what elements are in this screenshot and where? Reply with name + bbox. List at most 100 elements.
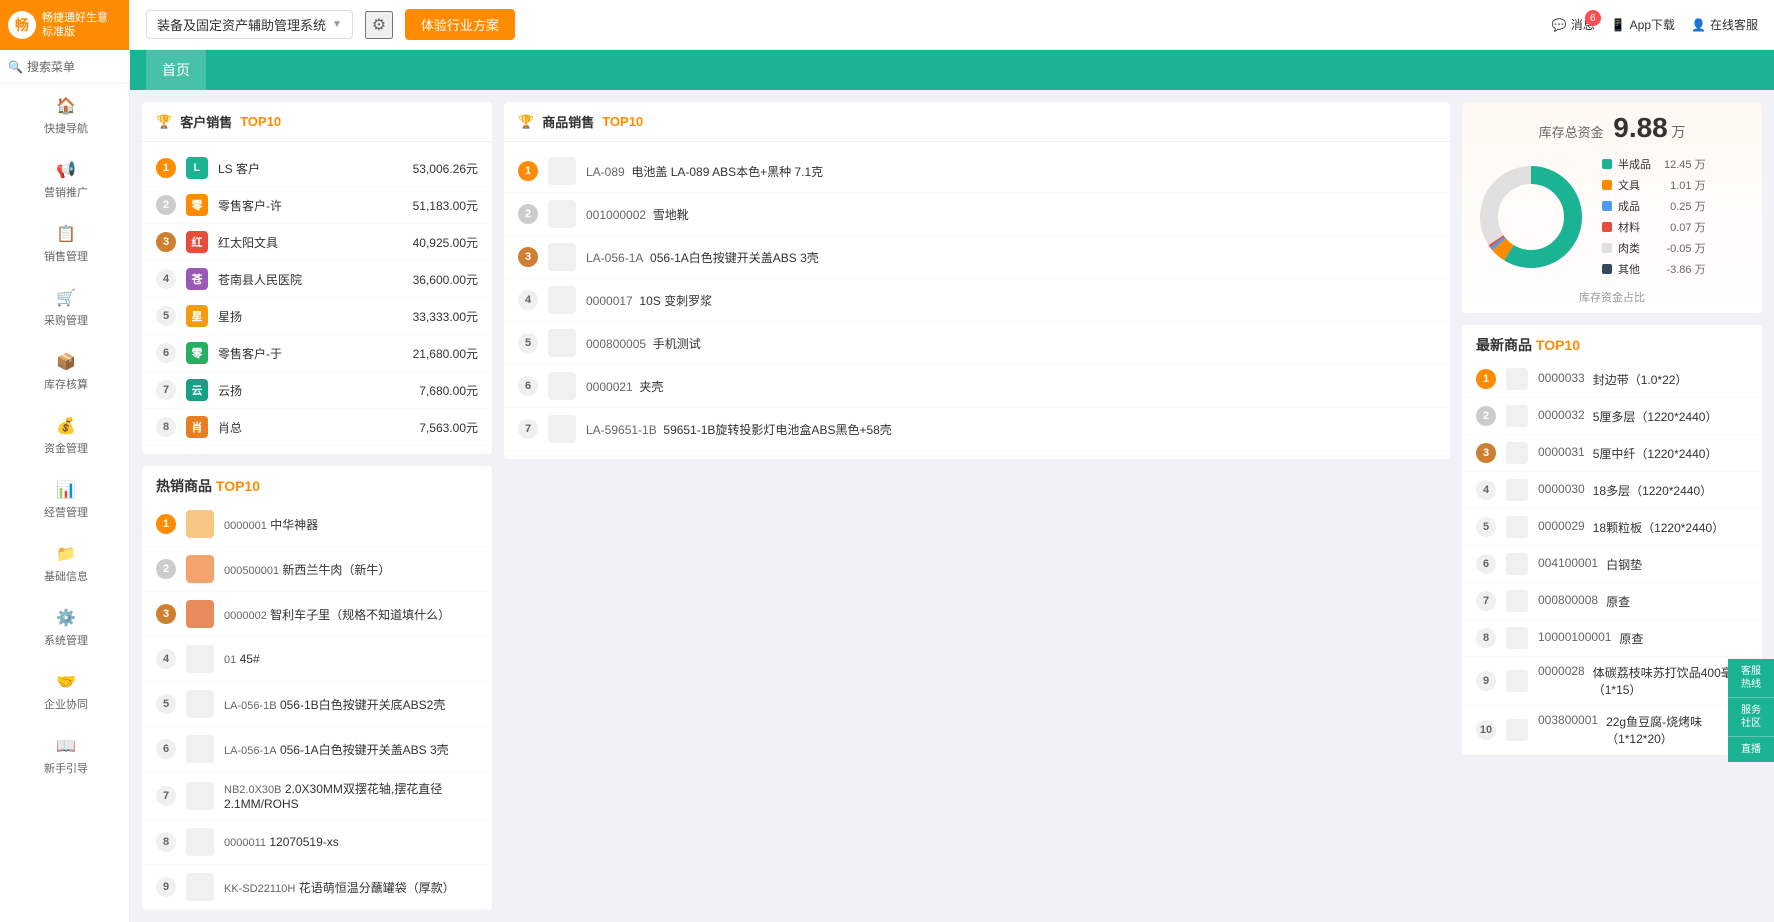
customer-avatar: 零: [186, 194, 208, 216]
stock-card: 库存总资金 9.88 万: [1462, 102, 1762, 313]
cs-live-button[interactable]: 直播: [1728, 737, 1774, 762]
mid-column: 🏆 商品销售 TOP10 1 LA-089 电池盖 LA-089 ABS本色: [504, 102, 1450, 910]
cs-hotline-button[interactable]: 客服热线: [1728, 659, 1774, 698]
new-prod-item: 5 0000029 18颗粒板（1220*2440）: [1462, 509, 1762, 546]
hot-prod-item: 5 LA-056-1B 056-1B白色按键开关底ABS2壳: [142, 682, 492, 727]
product-rank-list: 1 LA-089 电池盖 LA-089 ABS本色+黑种 7.1克 2: [504, 150, 1450, 451]
new-prod-info: 0000030 18多层（1220*2440）: [1538, 482, 1748, 499]
hot-prod-item: 7 NB2.0X30B 2.0X30MM双摆花轴,摆花直径2.1MM/ROHS: [142, 772, 492, 820]
purchase-icon: 🛒: [56, 288, 76, 308]
hot-rank-1: 1: [156, 514, 176, 534]
app-download-button[interactable]: 📱 App下载: [1611, 16, 1675, 33]
prod-thumb: [548, 329, 576, 357]
prod-info: 0000017 10S 变刺罗浆: [586, 292, 1436, 309]
prod-info: LA-056-1A 056-1A白色按键开关盖ABS 3壳: [586, 249, 1436, 266]
rank-item: 8 肖 肖总 7,563.00元: [142, 409, 492, 446]
sidebar-item-collab[interactable]: 🤝 企业协同: [0, 660, 129, 724]
cs-community-button[interactable]: 服务社区: [1728, 698, 1774, 737]
trial-button[interactable]: 体验行业方案: [405, 9, 515, 40]
new-prod-info: 0000032 5厘多层（1220*2440）: [1538, 408, 1748, 425]
prod-rank-item: 7 LA-59651-1B 59651-1B旋转投影灯电池盒ABS黑色+58壳: [504, 408, 1450, 451]
finance-icon: 💰: [56, 416, 76, 436]
customer-name: 零售客户-许: [218, 197, 403, 214]
page-nav: 首页: [130, 50, 1774, 90]
prod-rank-item: 6 0000021 夹壳: [504, 365, 1450, 408]
mobile-icon: 📱: [1611, 18, 1626, 32]
message-button[interactable]: 💬 消息 6: [1552, 16, 1595, 33]
new-rank-9: 9: [1476, 671, 1496, 691]
sidebar-item-quicknav[interactable]: 🏠 快捷导航: [0, 84, 129, 148]
rank-item: 3 红 红太阳文具 40,925.00元: [142, 224, 492, 261]
customer-name: 肖总: [218, 419, 409, 436]
legend-dot: [1602, 222, 1612, 232]
new-prod-thumb: [1506, 368, 1528, 390]
prod-info: 0000001 中华神器: [224, 516, 478, 533]
new-prod-list: 1 0000033 封边带（1.0*22） 2 0000032: [1462, 361, 1762, 755]
sidebar-item-finance[interactable]: 💰 资金管理: [0, 404, 129, 468]
prod-info: KK-SD22110H 花语萌恒温分蘸罐袋（厚款）: [224, 879, 478, 896]
prod-rank-5: 5: [518, 333, 538, 353]
hot-prod-item: 1 0000001 中华神器: [142, 502, 492, 547]
sidebar-item-system[interactable]: ⚙️ 系统管理: [0, 596, 129, 660]
prod-thumb: [186, 828, 214, 856]
customer-name: 星扬: [218, 308, 403, 325]
rank-num-3: 3: [156, 232, 176, 252]
customer-value: 51,183.00元: [413, 197, 478, 214]
legend-item-meat: 肉类 -0.05 万: [1602, 240, 1706, 256]
stock-unit: 万: [1671, 124, 1685, 140]
new-prod-item: 10 003800001 22g鱼豆腐-烧烤味（1*12*20）: [1462, 706, 1762, 755]
new-prod-thumb: [1506, 627, 1528, 649]
sidebar-item-inventory[interactable]: 📦 库存核算: [0, 340, 129, 404]
prod-rank-3: 3: [518, 247, 538, 267]
online-service-button[interactable]: 👤 在线客服: [1691, 16, 1758, 33]
hot-rank-5: 5: [156, 694, 176, 714]
sidebar-item-purchase[interactable]: 🛒 采购管理: [0, 276, 129, 340]
new-prod-item: 2 0000032 5厘多层（1220*2440）: [1462, 398, 1762, 435]
new-products-card: 最新商品 TOP10 1 0000033 封边带（1.0*22） 2: [1462, 325, 1762, 755]
prod-thumb: [186, 645, 214, 673]
nav-item-home[interactable]: 首页: [146, 50, 206, 90]
rank-item: 2 零 零售客户-许 51,183.00元: [142, 187, 492, 224]
new-rank-10: 10: [1476, 720, 1496, 740]
customer-ranking-body: 1 L LS 客户 53,006.26元 2 零 零售客户-许 51,183.0…: [142, 142, 492, 454]
sidebar-item-basics[interactable]: 📁 基础信息: [0, 532, 129, 596]
new-rank-3: 3: [1476, 443, 1496, 463]
settings-button[interactable]: ⚙: [365, 11, 393, 39]
logo-icon: 畅: [8, 11, 36, 39]
prod-thumb: [186, 555, 214, 583]
stock-chart-area: 半成品 12.45 万 文具 1.01 万 成品 0: [1462, 148, 1762, 285]
search-menu[interactable]: 🔍 搜索菜单: [0, 50, 129, 84]
customer-avatar: 苍: [186, 268, 208, 290]
legend-dot: [1602, 201, 1612, 211]
product-ranking-body: 1 LA-089 电池盖 LA-089 ABS本色+黑种 7.1克 2: [504, 142, 1450, 459]
sidebar-item-marketing[interactable]: 📢 营销推广: [0, 148, 129, 212]
rank-num-5: 5: [156, 306, 176, 326]
logo-text: 畅捷通好生意 标准版: [42, 11, 108, 40]
sidebar-item-guide[interactable]: 📖 新手引导: [0, 724, 129, 788]
product-ranking-header: 🏆 商品销售 TOP10: [504, 102, 1450, 142]
message-icon: 💬: [1552, 18, 1567, 32]
legend-dot: [1602, 180, 1612, 190]
sidebar-item-operations[interactable]: 📊 经营管理: [0, 468, 129, 532]
customer-avatar: L: [186, 157, 208, 179]
prod-thumb: [548, 372, 576, 400]
rank-num-7: 7: [156, 380, 176, 400]
new-prod-info: 0000031 5厘中纤（1220*2440）: [1538, 445, 1748, 462]
legend-dot: [1602, 243, 1612, 253]
prod-info: 0000021 夹壳: [586, 378, 1436, 395]
customer-value: 40,925.00元: [413, 234, 478, 251]
prod-thumb: [548, 200, 576, 228]
left-column: 🏆 客户销售 TOP10 1 L LS 客户 53,006.26元: [142, 102, 492, 910]
service-icon: 👤: [1691, 18, 1706, 32]
new-prod-thumb: [1506, 442, 1528, 464]
system-icon: ⚙️: [56, 608, 76, 628]
new-rank-8: 8: [1476, 628, 1496, 648]
prod-info: 000800005 手机测试: [586, 335, 1436, 352]
new-prod-info: 0000028 体碳荔枝味苏打饮品400毫升（1*15）: [1538, 664, 1748, 698]
sidebar-item-sales[interactable]: 📋 销售管理: [0, 212, 129, 276]
system-selector[interactable]: 装备及固定资产辅助管理系统 ▼: [146, 10, 353, 39]
prod-thumb: [186, 735, 214, 763]
prod-info: 01 45#: [224, 652, 478, 666]
new-prod-thumb: [1506, 590, 1528, 612]
home-icon: 🏠: [56, 96, 76, 116]
